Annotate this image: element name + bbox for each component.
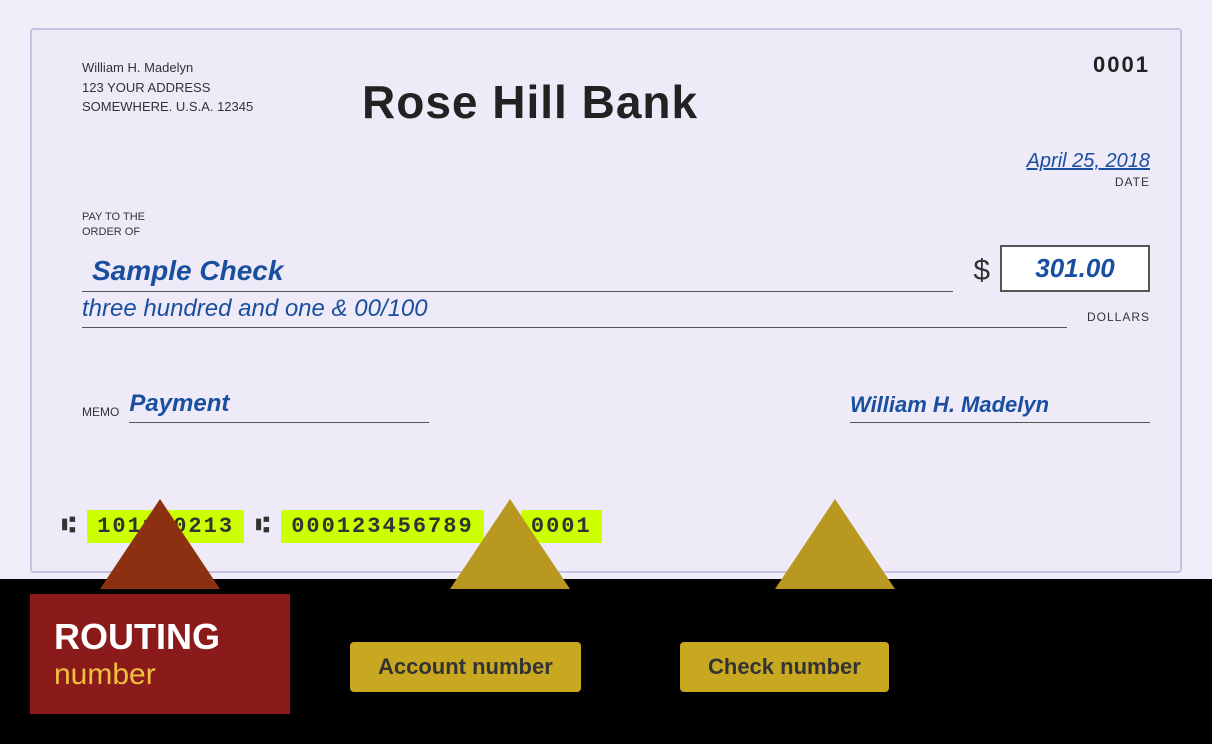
written-amount: three hundred and one & 00/100	[82, 295, 1067, 328]
page-wrapper: 0001 Rose Hill Bank William H. Madelyn 1…	[0, 0, 1212, 744]
micr-line: ⑆ 101110213 ⑆ 000123456789 ⑇ 0001	[62, 510, 1150, 543]
routing-label-box: ROUTING number	[30, 594, 290, 714]
account-arrow	[450, 499, 570, 589]
memo-label: MEMO	[82, 405, 119, 419]
pay-to-line: Sample Check $ 301.00	[82, 245, 1150, 292]
dollars-label: DOLLARS	[1087, 310, 1150, 324]
micr-open-symbol: ⑆	[62, 514, 75, 539]
owner-name: William H. Madelyn	[82, 58, 253, 78]
pay-to-label: PAY TO THE ORDER OF	[82, 210, 1150, 241]
check-number-label: Check number	[680, 642, 889, 692]
signature-line: William H. Madelyn	[850, 392, 1150, 423]
memo-value: Payment	[129, 390, 429, 423]
dollar-sign: $	[973, 254, 990, 288]
bank-name: Rose Hill Bank	[362, 75, 698, 129]
address-block: William H. Madelyn 123 YOUR ADDRESS SOME…	[82, 58, 253, 117]
routing-arrow	[100, 499, 220, 589]
amount-box: 301.00	[1000, 245, 1150, 292]
routing-word1: ROUTING	[54, 616, 266, 658]
routing-word2: number	[54, 658, 266, 692]
check-document: 0001 Rose Hill Bank William H. Madelyn 1…	[30, 28, 1182, 573]
address-line2: SOMEWHERE. U.S.A. 12345	[82, 97, 253, 117]
date-value: April 25, 2018	[1027, 150, 1150, 173]
check-number-top: 0001	[1093, 52, 1150, 78]
address-line1: 123 YOUR ADDRESS	[82, 78, 253, 98]
date-label: DATE	[1027, 175, 1150, 189]
written-amount-section: three hundred and one & 00/100 DOLLARS	[82, 295, 1150, 328]
date-area: April 25, 2018 DATE	[1027, 150, 1150, 189]
signature-value: William H. Madelyn	[850, 392, 1150, 418]
payee-name: Sample Check	[82, 255, 953, 292]
check-number-arrow	[775, 499, 895, 589]
account-number-label: Account number	[350, 642, 581, 692]
micr-close-symbol: ⑆	[256, 514, 269, 539]
memo-left: MEMO Payment	[82, 390, 429, 423]
pay-to-section: PAY TO THE ORDER OF Sample Check $ 301.0…	[82, 210, 1150, 292]
memo-section: MEMO Payment William H. Madelyn	[82, 390, 1150, 423]
